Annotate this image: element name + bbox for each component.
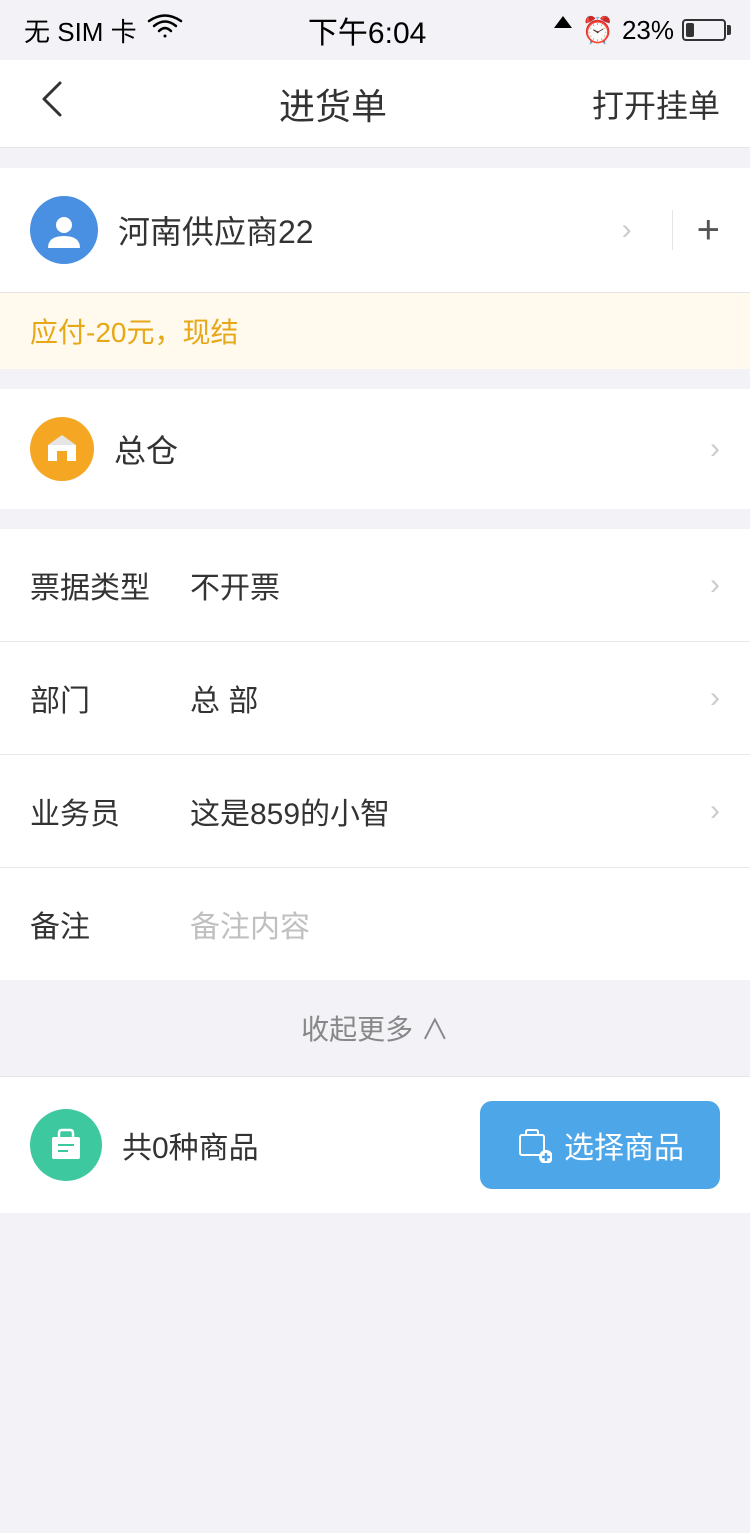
supplier-name: 河南供应商22 (118, 207, 622, 253)
department-chevron-icon: › (710, 681, 720, 715)
carrier-text: 无 SIM 卡 (24, 12, 137, 49)
invoice-label: 票据类型 (30, 563, 150, 607)
location-icon (552, 14, 574, 47)
form-row-invoice[interactable]: 票据类型 不开票 › (0, 529, 750, 642)
nav-bar: 进货单 打开挂单 (0, 60, 750, 148)
supplier-row[interactable]: 河南供应商22 › + (0, 168, 750, 293)
product-count: 共0种商品 (122, 1123, 480, 1167)
supplier-divider (672, 210, 673, 250)
wifi-icon (147, 14, 183, 47)
battery-icon (682, 19, 726, 41)
section-gap-1 (0, 148, 750, 168)
salesperson-chevron-icon: › (710, 794, 720, 828)
supplier-avatar (30, 196, 98, 264)
form-row-department[interactable]: 部门 总 部 › (0, 642, 750, 755)
warehouse-chevron-icon: › (710, 432, 720, 466)
page-title: 进货单 (279, 78, 387, 130)
warehouse-name: 总仓 (114, 426, 710, 472)
notice-bar: 应付-20元，现结 (0, 293, 750, 369)
warehouse-row[interactable]: 总仓 › (0, 389, 750, 509)
battery-percent: 23% (622, 15, 674, 46)
status-right: ⏰ 23% (552, 14, 726, 47)
salesperson-label: 业务员 (30, 789, 150, 833)
status-bar: 无 SIM 卡 下午6:04 ⏰ 23% (0, 0, 750, 60)
notice-text: 应付-20元，现结 (30, 317, 238, 348)
status-time: 下午6:04 (308, 8, 426, 52)
supplier-section: 河南供应商22 › + 应付-20元，现结 (0, 168, 750, 369)
note-label: 备注 (30, 902, 150, 946)
select-product-button[interactable]: 选择商品 (480, 1101, 720, 1189)
add-supplier-button[interactable]: + (697, 208, 720, 253)
supplier-chevron-icon: › (622, 213, 632, 247)
form-row-note[interactable]: 备注 备注内容 (0, 868, 750, 980)
back-button[interactable] (30, 69, 74, 138)
warehouse-icon-wrap (30, 417, 94, 481)
invoice-chevron-icon: › (710, 568, 720, 602)
salesperson-value: 这是859的小智 (150, 789, 710, 833)
form-section: 票据类型 不开票 › 部门 总 部 › 业务员 这是859的小智 › 备注 备注… (0, 529, 750, 980)
collapse-bar[interactable]: 收起更多 ∧ (0, 980, 750, 1076)
form-row-salesperson[interactable]: 业务员 这是859的小智 › (0, 755, 750, 868)
background-fill (0, 1213, 750, 1533)
section-gap-2 (0, 369, 750, 389)
select-product-label: 选择商品 (564, 1123, 684, 1167)
open-pending-button[interactable]: 打开挂单 (592, 81, 720, 127)
section-gap-3 (0, 509, 750, 529)
collapse-label: 收起更多 ∧ (301, 1014, 449, 1045)
status-left: 无 SIM 卡 (24, 12, 183, 49)
bottom-bar: 共0种商品 选择商品 (0, 1076, 750, 1213)
product-icon-wrap (30, 1109, 102, 1181)
warehouse-section: 总仓 › (0, 389, 750, 509)
note-input[interactable]: 备注内容 (150, 902, 720, 946)
department-value: 总 部 (150, 676, 710, 720)
invoice-value: 不开票 (150, 563, 710, 607)
department-label: 部门 (30, 676, 150, 720)
alarm-icon: ⏰ (582, 15, 614, 46)
